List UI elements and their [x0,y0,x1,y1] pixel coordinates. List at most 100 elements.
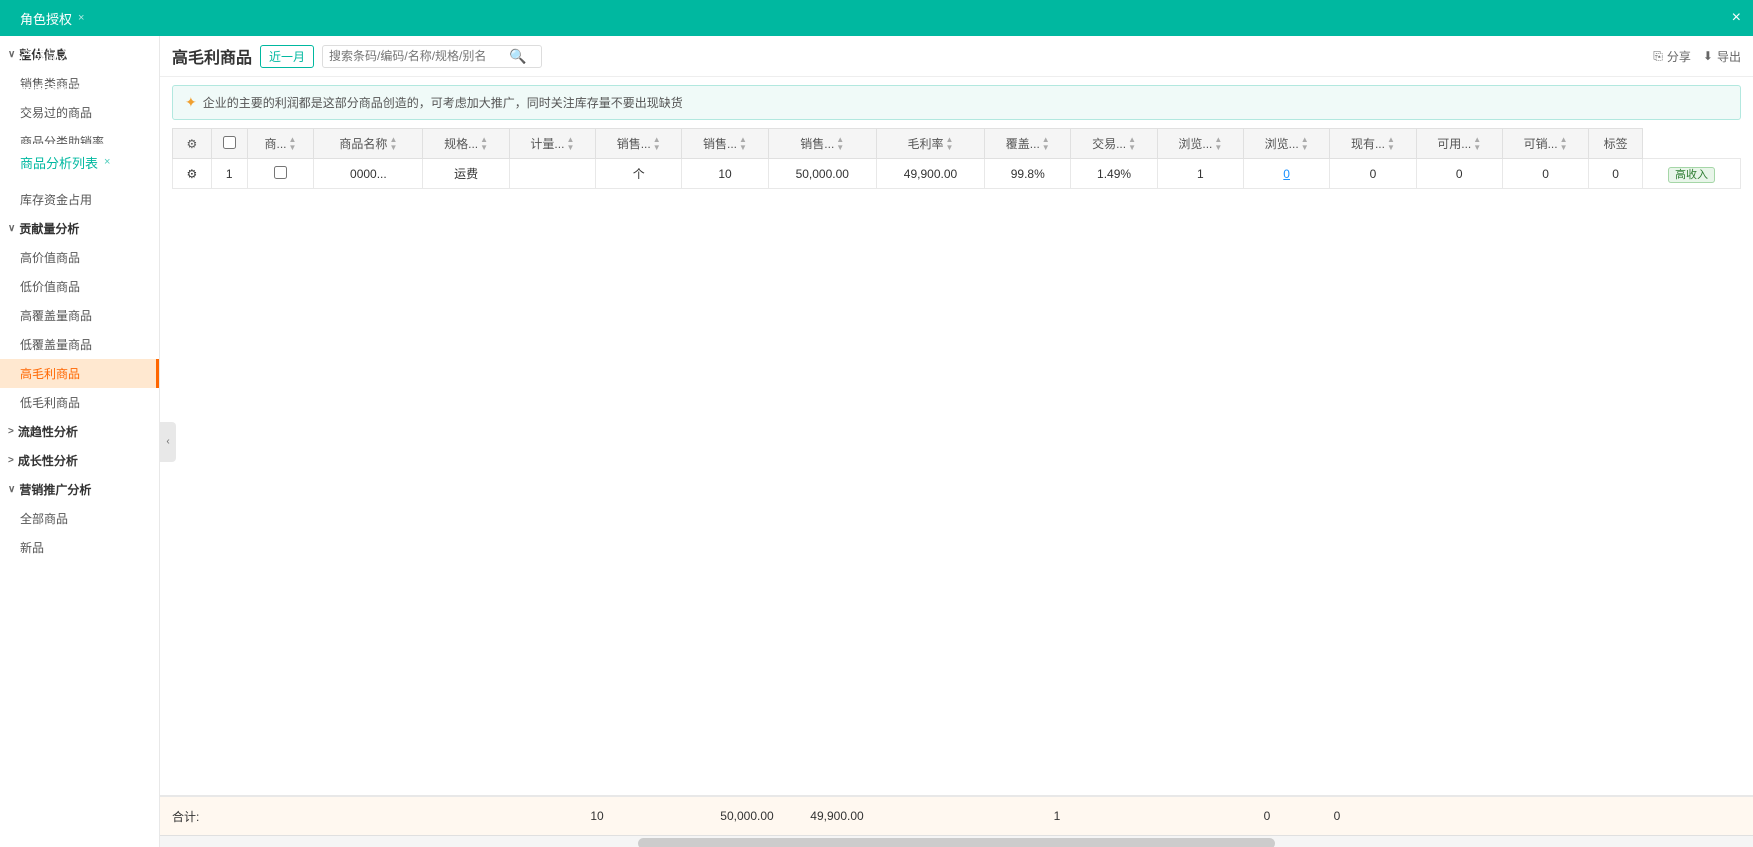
footer-cell-4 [502,809,562,823]
top-navigation: 首页销售单×进货单×权限设置×角色授权×产成品入库单×单据模板设置×商品分析×商… [0,0,1753,36]
tab-close-icon[interactable]: × [78,12,84,24]
col-header-sales_cost[interactable]: 销售...▲▼ [768,129,876,159]
cell-checkbox[interactable] [247,159,314,189]
table-body: ⚙10000...运费个1050,000.0049,900.0099.8%1.4… [173,159,1741,189]
col-header-browse1[interactable]: 浏览...▲▼ [1157,129,1243,159]
sort-arrows-icon: ▲▼ [1128,136,1136,152]
col-sort-name: 商品名称▲▼ [339,135,397,152]
footer-cell-7: 50,000.00 [702,809,792,823]
footer-cell-8: 49,900.00 [792,809,882,823]
sidebar-item-低价值商品[interactable]: 低价值商品 [0,272,159,301]
tab-close-icon[interactable]: × [78,120,84,132]
cell-coverage: 1.49% [1071,159,1157,189]
col-sort-current_stock: 现有...▲▼ [1351,135,1395,152]
sidebar-section-营销推广分析[interactable]: ∨营销推广分析 [0,475,159,504]
col-header-code[interactable]: 商...▲▼ [247,129,314,159]
search-icon[interactable]: 🔍 [509,48,526,65]
sidebar-collapse-button[interactable]: ‹ [160,422,176,462]
nav-tab-角色授权[interactable]: 角色授权× [8,0,122,36]
sort-arrows-icon: ▲▼ [1214,136,1222,152]
gear-icon[interactable]: ⚙ [186,167,197,181]
col-header-sales_amount[interactable]: 销售...▲▼ [682,129,768,159]
sidebar-item-低覆盖量商品[interactable]: 低覆盖量商品 [0,330,159,359]
footer-cell-14: 0 [1232,809,1302,823]
sort-arrows-icon: ▲▼ [836,136,844,152]
col-header-spec[interactable]: 规格...▲▼ [423,129,509,159]
row-settings[interactable]: ⚙ [173,159,212,189]
header-actions: ⎘ 分享 ⬇ 导出 [1653,48,1741,65]
cell-saleable: 0 [1589,159,1643,189]
total-label: 合计: [172,808,252,825]
data-table: ⚙ 商...▲▼ 商品名称▲▼ 规格...▲▼计量...▲▼ 销售...▲▼ 销售...▲… [172,128,1741,189]
sort-arrows-icon: ▲▼ [1473,136,1481,152]
cell-spec [509,159,595,189]
col-header-sales_qty[interactable]: 销售...▲▼ [596,129,682,159]
nav-tab-单据模板设置[interactable]: 单据模板设置× [8,72,122,108]
sidebar-section-流趋性分析[interactable]: >流趋性分析 [0,417,159,446]
col-header-browse2[interactable]: 浏览...▲▼ [1244,129,1330,159]
col-header-available[interactable]: 可用...▲▼ [1416,129,1502,159]
nav-tab-商品分析列表[interactable]: 商品分析列表× [8,144,122,180]
scrollbar-thumb[interactable] [638,838,1275,847]
export-button[interactable]: ⬇ 导出 [1703,48,1741,65]
sort-arrows-icon: ▲▼ [1387,136,1395,152]
sidebar-item-库存资金占用[interactable]: 库存资金占用 [0,185,159,214]
col-header-saleable[interactable]: 可销...▲▼ [1502,129,1588,159]
section-label: 营销推广分析 [19,481,91,498]
cell-available: 0 [1502,159,1588,189]
col-header-current_stock[interactable]: 现有...▲▼ [1330,129,1416,159]
sidebar-section-成长性分析[interactable]: >成长性分析 [0,446,159,475]
section-label: 贡献量分析 [19,220,79,237]
sort-arrows-icon: ▲▼ [653,136,661,152]
cell-sales_cost: 49,900.00 [876,159,984,189]
sidebar-item-新品[interactable]: 新品 [0,533,159,562]
col-sort-coverage: 覆盖...▲▼ [1006,135,1050,152]
tab-close-icon[interactable]: × [104,48,110,60]
sort-arrows-icon: ▲▼ [946,136,954,152]
sidebar-item-低毛利商品[interactable]: 低毛利商品 [0,388,159,417]
sidebar-item-高毛利商品[interactable]: 高毛利商品 [0,359,159,388]
cell-transactions: 1 [1157,159,1243,189]
expand-arrow-icon: > [8,426,14,437]
footer-cell-12 [1092,809,1162,823]
tab-close-icon[interactable]: × [104,156,110,168]
footer-cell-9 [882,809,952,823]
col-header-gross_margin[interactable]: 毛利率▲▼ [876,129,984,159]
sidebar-item-全部商品[interactable]: 全部商品 [0,504,159,533]
footer-cell-5: 10 [562,809,632,823]
sidebar-item-高价值商品[interactable]: 高价值商品 [0,243,159,272]
select-all-checkbox[interactable] [223,136,236,149]
col-header-transactions[interactable]: 交易...▲▼ [1071,129,1157,159]
footer-cell-15: 0 [1302,809,1372,823]
settings-column-header[interactable]: ⚙ [173,129,212,159]
share-icon: ⎘ [1653,49,1663,64]
col-header-unit[interactable]: 计量...▲▼ [509,129,595,159]
sidebar-item-高覆盖量商品[interactable]: 高覆盖量商品 [0,301,159,330]
bottom-scrollbar[interactable] [160,835,1753,847]
col-header-name[interactable]: 商品名称▲▼ [314,129,423,159]
share-button[interactable]: ⎘ 分享 [1653,48,1691,65]
cell-browse1[interactable]: 0 [1244,159,1330,189]
date-filter-button[interactable]: 近一月 [260,45,314,68]
export-label: 导出 [1717,48,1741,65]
sidebar-section-贡献量分析[interactable]: ∨贡献量分析 [0,214,159,243]
window-close-button[interactable]: × [1732,9,1741,27]
cell-code: 0000... [314,159,423,189]
col-sort-sales_qty: 销售...▲▼ [617,135,661,152]
browse1-link[interactable]: 0 [1283,167,1290,181]
col-header-coverage[interactable]: 覆盖...▲▼ [985,129,1071,159]
cell-name: 运费 [423,159,509,189]
nav-tab-商品分析[interactable]: 商品分析× [8,108,122,144]
footer-cell-6 [632,809,702,823]
table-header-row: ⚙ 商...▲▼ 商品名称▲▼ 规格...▲▼计量...▲▼ 销售...▲▼ 销售...▲… [173,129,1741,159]
search-box: 🔍 [322,45,542,68]
cell-unit: 个 [596,159,682,189]
col-sort-sales_cost: 销售...▲▼ [800,135,844,152]
nav-tab-产成品入库单[interactable]: 产成品入库单× [8,36,122,72]
search-input[interactable] [329,49,509,63]
footer-cell-1 [312,809,342,823]
col-sort-gross_margin: 毛利率▲▼ [908,135,954,152]
col-header-checkbox [211,129,247,159]
tab-close-icon[interactable]: × [104,84,110,96]
footer-cell-13 [1162,809,1232,823]
